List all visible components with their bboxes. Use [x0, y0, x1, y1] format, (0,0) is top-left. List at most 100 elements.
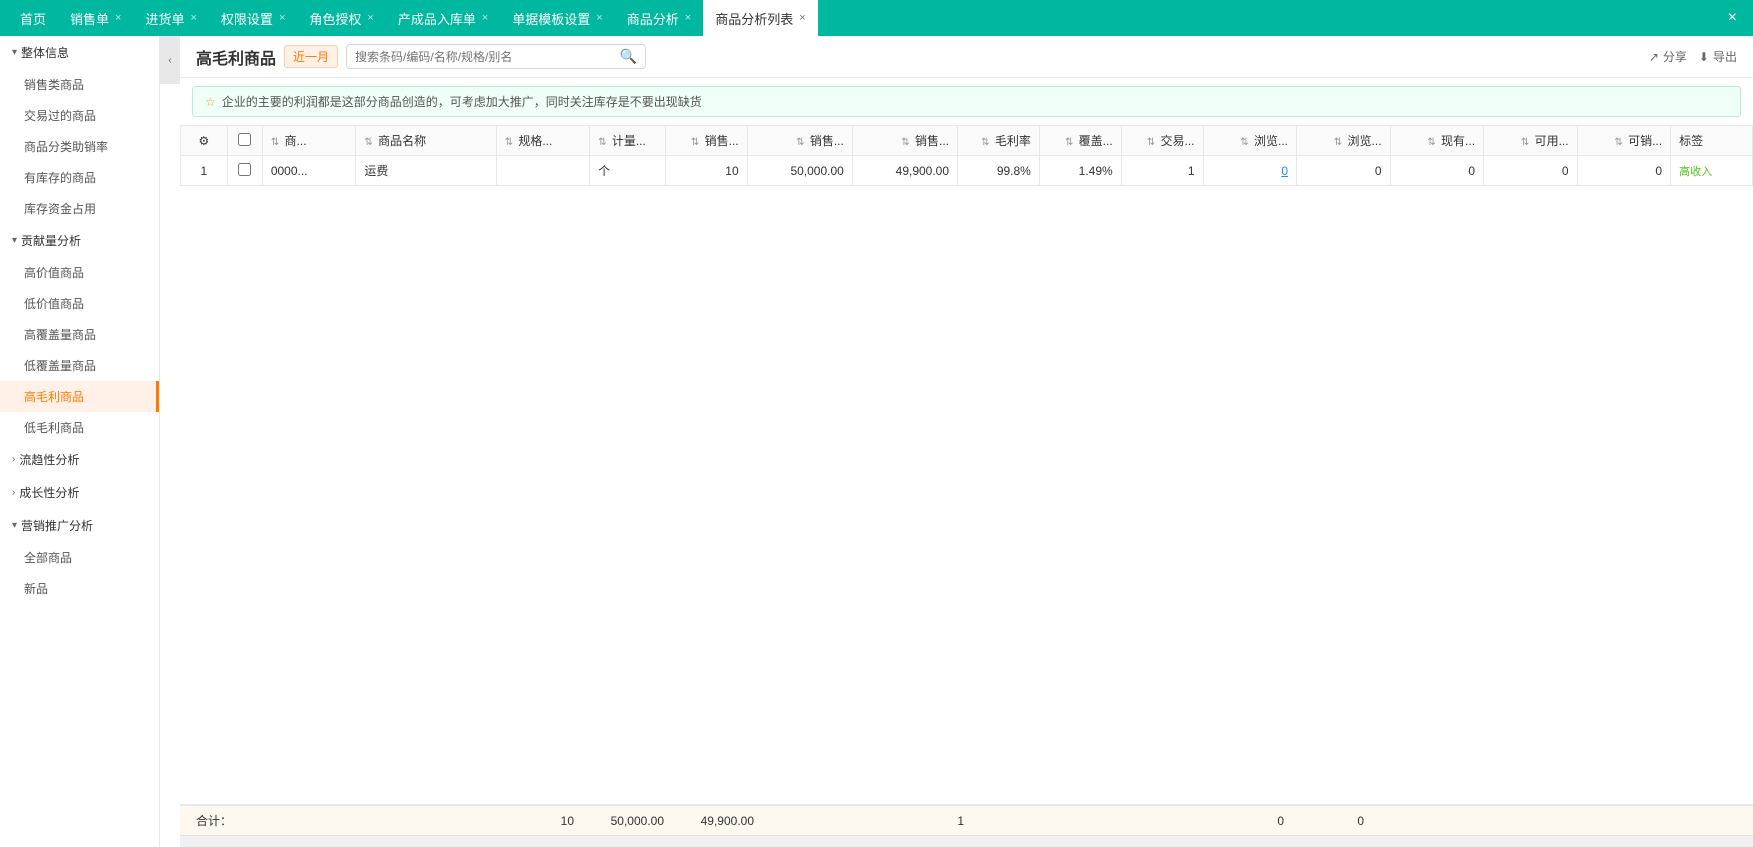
- close-product-analysis-list[interactable]: ×: [799, 12, 805, 24]
- sidebar-item-low-margin-goods[interactable]: 低毛利商品: [0, 412, 159, 443]
- col-header-coverage[interactable]: ⇅ 覆盖...: [1039, 126, 1121, 156]
- browse1-link[interactable]: 0: [1281, 164, 1288, 178]
- row-browse1[interactable]: 0: [1203, 156, 1297, 186]
- sidebar-section-contribution[interactable]: ▾ 贡献量分析: [0, 224, 159, 257]
- table-container[interactable]: ⚙ ⇅ 商... ⇅ 商品名称: [180, 125, 1753, 804]
- sort-trade-icon: ⇅: [1147, 137, 1155, 148]
- row-gross-rate: 99.8%: [958, 156, 1040, 186]
- nav-sales-order[interactable]: 销售单 ×: [58, 0, 133, 36]
- nav-template-settings[interactable]: 单据模板设置 ×: [500, 0, 614, 36]
- filter-recent-month-button[interactable]: 近一月: [284, 45, 338, 68]
- row-curr2: 0: [1484, 156, 1578, 186]
- search-box: 🔍: [346, 44, 646, 69]
- table-row[interactable]: 1 0000... 运费 个 10 50,000.00 49,900.00 99…: [181, 156, 1753, 186]
- share-button[interactable]: ↗ 分享: [1649, 48, 1687, 65]
- nav-permission-settings[interactable]: 权限设置 ×: [209, 0, 297, 36]
- sort-sales-qty-icon: ⇅: [691, 137, 699, 148]
- nav-role-auth[interactable]: 角色授权 ×: [297, 0, 385, 36]
- close-sales-order[interactable]: ×: [115, 12, 121, 24]
- row-name: 运费: [356, 156, 496, 186]
- close-permission-settings[interactable]: ×: [279, 12, 285, 24]
- sidebar-item-low-value-goods[interactable]: 低价值商品: [0, 288, 159, 319]
- close-template-settings[interactable]: ×: [596, 12, 602, 24]
- col-header-sales-qty[interactable]: ⇅ 销售...: [665, 126, 747, 156]
- search-input[interactable]: [355, 50, 620, 64]
- search-icon[interactable]: 🔍: [620, 48, 637, 65]
- sort-spec-icon: ⇅: [505, 137, 513, 148]
- sidebar-item-high-margin-goods[interactable]: 高毛利商品: [0, 381, 159, 412]
- sort-gross-rate-icon: ⇅: [981, 137, 989, 148]
- nav-product-analysis[interactable]: 商品分析 ×: [615, 0, 703, 36]
- sort-code-icon: ⇅: [271, 137, 279, 148]
- row-sales-amt: 50,000.00: [747, 156, 852, 186]
- footer-sales-amt: 50,000.00: [582, 814, 672, 828]
- footer-curr2: 0: [1212, 814, 1292, 828]
- col-header-curr1[interactable]: ⇅ 现有...: [1390, 126, 1484, 156]
- col-header-gross-rate[interactable]: ⇅ 毛利率: [958, 126, 1040, 156]
- notice-text: 企业的主要的利润都是这部分商品创造的，可考虑加大推广，同时关注库存是不要出现缺货: [222, 93, 702, 110]
- col-header-code[interactable]: ⇅ 商...: [262, 126, 356, 156]
- col-header-browse2[interactable]: ⇅ 浏览...: [1297, 126, 1391, 156]
- export-button[interactable]: ⬇ 导出: [1699, 48, 1737, 65]
- notice-bar: ☆ 企业的主要的利润都是这部分商品创造的，可考虑加大推广，同时关注库存是不要出现…: [192, 86, 1741, 117]
- sort-browse2-icon: ⇅: [1334, 137, 1342, 148]
- sidebar-item-sales-goods[interactable]: 销售类商品: [0, 69, 159, 100]
- table-header-row: ⚙ ⇅ 商... ⇅ 商品名称: [181, 126, 1753, 156]
- close-role-auth[interactable]: ×: [367, 12, 373, 24]
- sort-curr3-icon: ⇅: [1614, 137, 1622, 148]
- nav-product-inbound[interactable]: 产成品入库单 ×: [386, 0, 500, 36]
- sidebar-item-traded-goods[interactable]: 交易过的商品: [0, 100, 159, 131]
- col-header-spec[interactable]: ⇅ 规格...: [496, 126, 590, 156]
- col-header-browse1[interactable]: ⇅ 浏览...: [1203, 126, 1297, 156]
- collapse-growth-icon: ›: [12, 487, 15, 498]
- nav-purchase-order[interactable]: 进货单 ×: [133, 0, 208, 36]
- horizontal-scrollbar[interactable]: [180, 835, 1753, 847]
- sidebar-section-growth[interactable]: › 成长性分析: [0, 476, 159, 509]
- footer-spacer6: [1132, 814, 1212, 828]
- row-curr1: 0: [1390, 156, 1484, 186]
- table-footer: 合计： 10 50,000.00 49,900.00 1 0 0: [180, 804, 1753, 835]
- sort-sales-amt-icon: ⇅: [796, 137, 804, 148]
- row-coverage: 1.49%: [1039, 156, 1121, 186]
- col-header-sales-amt[interactable]: ⇅ 销售...: [747, 126, 852, 156]
- col-header-trade[interactable]: ⇅ 交易...: [1121, 126, 1203, 156]
- sidebar-item-high-coverage-goods[interactable]: 高覆盖量商品: [0, 319, 159, 350]
- close-purchase-order[interactable]: ×: [190, 12, 196, 24]
- col-header-checkbox: [227, 126, 262, 156]
- footer-trade: 1: [902, 814, 972, 828]
- page-title: 高毛利商品: [196, 45, 276, 69]
- sidebar: ▾ 整体信息 销售类商品 交易过的商品 商品分类助销率 有库存的商品 库存资金占…: [0, 36, 160, 847]
- sidebar-item-all-goods[interactable]: 全部商品: [0, 542, 159, 573]
- sidebar-section-overview[interactable]: ▾ 整体信息: [0, 36, 159, 69]
- nav-product-analysis-list[interactable]: 商品分析列表 ×: [703, 0, 817, 36]
- select-all-checkbox[interactable]: [238, 133, 251, 146]
- window-close-button[interactable]: ×: [1720, 9, 1745, 27]
- sidebar-item-stock-capital[interactable]: 库存资金占用: [0, 193, 159, 224]
- close-product-inbound[interactable]: ×: [482, 12, 488, 24]
- sidebar-item-category-sales-rate[interactable]: 商品分类助销率: [0, 131, 159, 162]
- row-num: 1: [181, 156, 228, 186]
- sidebar-item-in-stock-goods[interactable]: 有库存的商品: [0, 162, 159, 193]
- sort-curr2-icon: ⇅: [1521, 137, 1529, 148]
- sidebar-collapse-button[interactable]: ‹: [160, 36, 180, 84]
- export-icon: ⬇: [1699, 50, 1709, 64]
- sidebar-item-low-coverage-goods[interactable]: 低覆盖量商品: [0, 350, 159, 381]
- row-sales-profit: 49,900.00: [852, 156, 957, 186]
- row-browse2: 0: [1297, 156, 1391, 186]
- nav-home[interactable]: 首页: [8, 0, 58, 36]
- close-product-analysis[interactable]: ×: [685, 12, 691, 24]
- col-header-curr3[interactable]: ⇅ 可销...: [1577, 126, 1671, 156]
- collapse-contribution-icon: ▾: [12, 235, 17, 246]
- row-checkbox[interactable]: [238, 163, 251, 176]
- settings-icon[interactable]: ⚙: [198, 134, 209, 148]
- sidebar-item-new-goods[interactable]: 新品: [0, 573, 159, 604]
- col-header-unit[interactable]: ⇅ 计量...: [590, 126, 666, 156]
- sidebar-section-marketing[interactable]: ▾ 营销推广分析: [0, 509, 159, 542]
- col-header-curr2[interactable]: ⇅ 可用...: [1484, 126, 1578, 156]
- col-header-sales-profit[interactable]: ⇅ 销售...: [852, 126, 957, 156]
- sidebar-section-trend[interactable]: › 流趋性分析: [0, 443, 159, 476]
- sidebar-item-high-value-goods[interactable]: 高价值商品: [0, 257, 159, 288]
- top-nav: 首页 销售单 × 进货单 × 权限设置 × 角色授权 × 产成品入库单 × 单据…: [0, 0, 1753, 36]
- col-header-name[interactable]: ⇅ 商品名称: [356, 126, 496, 156]
- row-curr3: 0: [1577, 156, 1671, 186]
